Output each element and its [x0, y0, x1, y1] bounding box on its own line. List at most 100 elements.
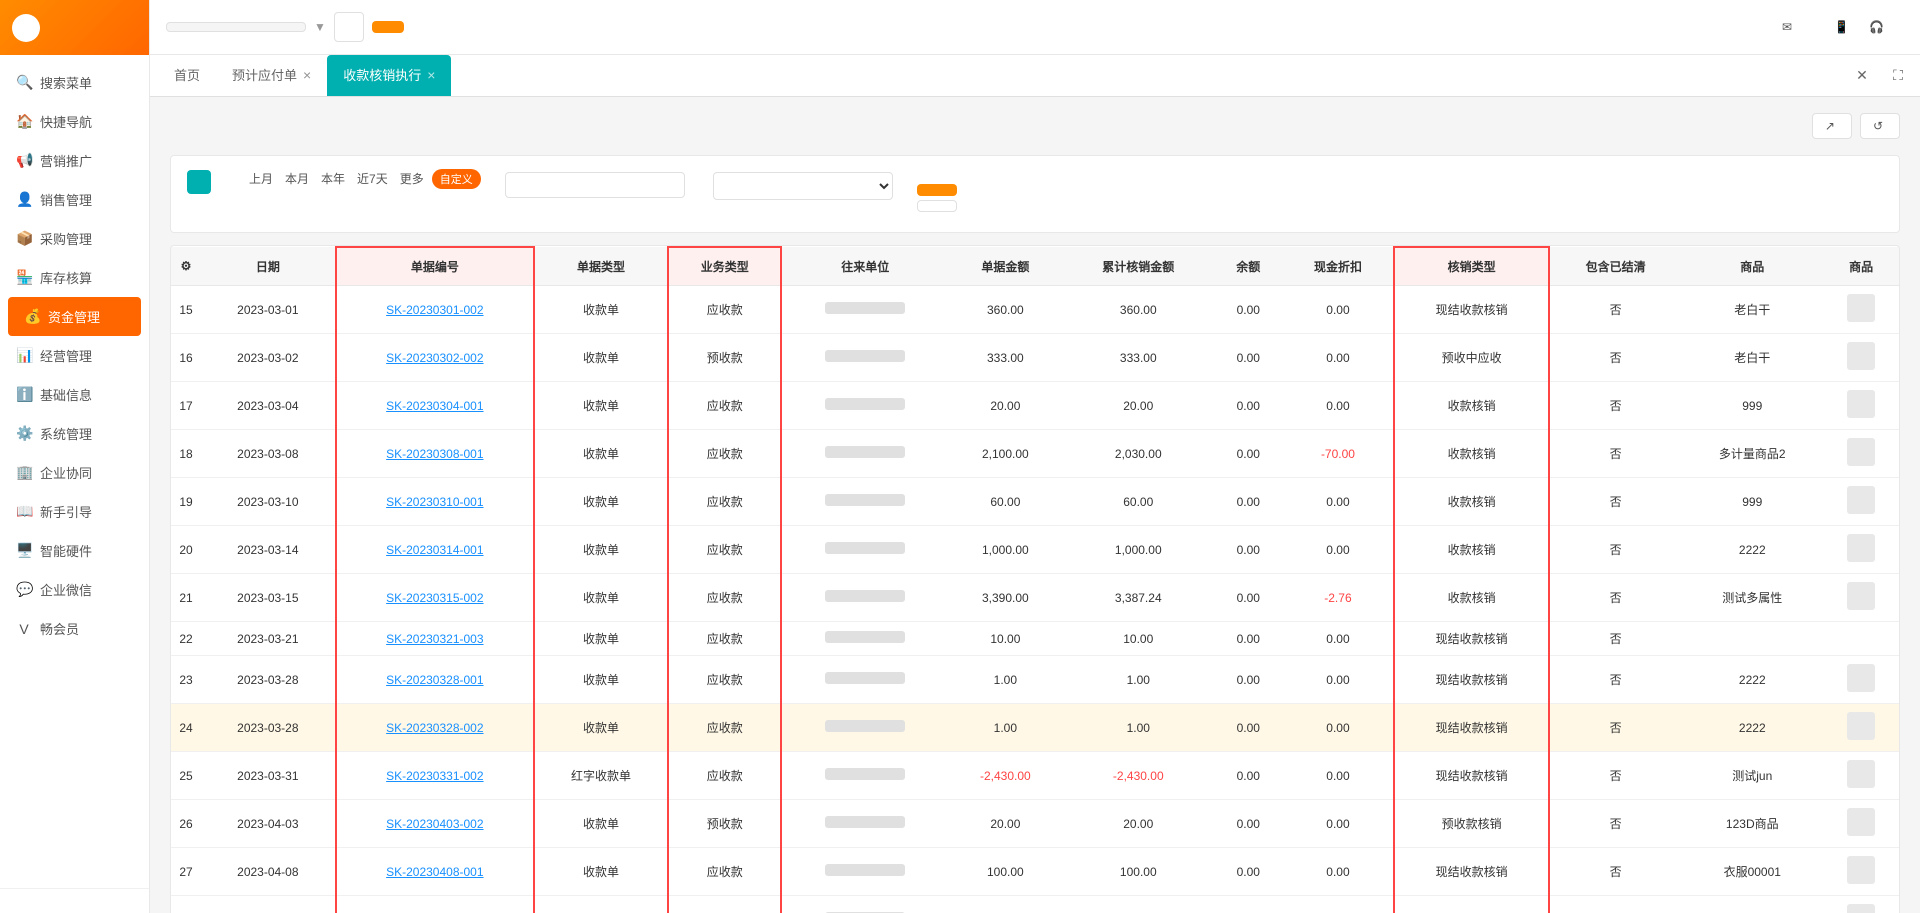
- cell-biz-type: 预收款: [668, 800, 781, 848]
- date-opt-更多[interactable]: 更多: [396, 168, 428, 189]
- cell-product-img: [1823, 526, 1899, 574]
- filter-counterpart-group: [505, 168, 689, 198]
- sidebar-item-system[interactable]: ⚙️系统管理: [0, 414, 149, 453]
- tab-close-collection[interactable]: ×: [427, 67, 435, 83]
- sidebar-item-basic[interactable]: ℹ️基础信息: [0, 375, 149, 414]
- custom-date-btn[interactable]: 自定义: [432, 169, 481, 189]
- tab-payable[interactable]: 预计应付单×: [216, 55, 327, 96]
- topbar-gear-btn[interactable]: [334, 12, 364, 42]
- col-header-date: 日期: [201, 247, 336, 286]
- cell-date: 2023-03-31: [201, 752, 336, 800]
- col-header-amount: 单据金额: [948, 247, 1063, 286]
- sidebar-item-marketing[interactable]: 📢营销推广: [0, 141, 149, 180]
- cell-biz-type: 应收款: [668, 848, 781, 896]
- counterpart-input[interactable]: [505, 172, 685, 198]
- export-btn[interactable]: ↗: [1812, 113, 1852, 139]
- cell-bill-no[interactable]: SK-20230408-001: [336, 848, 534, 896]
- tab-close-payable[interactable]: ×: [303, 67, 311, 83]
- cell-amount: 20.00: [948, 382, 1063, 430]
- cell-product-img: [1823, 430, 1899, 478]
- sidebar-item-guide[interactable]: 📖新手引导: [0, 492, 149, 531]
- sidebar-item-hardware[interactable]: 🖥️智能硬件: [0, 531, 149, 570]
- cell-no: 28: [171, 896, 201, 913]
- topbar-nav[interactable]: [166, 22, 306, 32]
- sidebar-item-inventory[interactable]: 🏪库存核算: [0, 258, 149, 297]
- sidebar-item-finance[interactable]: 💰资金管理: [8, 297, 141, 336]
- cell-counterpart: [781, 848, 948, 896]
- cell-write-off: 360.00: [1063, 286, 1214, 334]
- sidebar-item-wechat[interactable]: 💬企业微信: [0, 570, 149, 609]
- cell-include-settled: 否: [1549, 526, 1681, 574]
- tab-collection[interactable]: 收款核销执行×: [327, 55, 451, 96]
- phone-icon: 📱: [1834, 20, 1849, 34]
- cell-cash-discount: 0.00: [1283, 896, 1395, 913]
- cell-bill-no[interactable]: SK-20230314-001: [336, 526, 534, 574]
- cell-amount: 10.00: [948, 622, 1063, 656]
- date-opt-近7天[interactable]: 近7天: [353, 168, 392, 189]
- cell-bill-no[interactable]: SK-20230301-002: [336, 286, 534, 334]
- cell-balance: 0.00: [1214, 752, 1283, 800]
- sidebar-item-member[interactable]: V畅会员: [0, 609, 149, 648]
- filter-billtype-group: [713, 168, 893, 200]
- cell-bill-no[interactable]: SK-20230321-003: [336, 622, 534, 656]
- cell-amount: 60.00: [948, 478, 1063, 526]
- sidebar-item-search[interactable]: 🔍搜索菜单: [0, 63, 149, 102]
- setting-btn[interactable]: [917, 200, 957, 212]
- cell-bill-no[interactable]: SK-20230315-002: [336, 574, 534, 622]
- tabbar-actions: ✕ ⛶: [1848, 62, 1912, 90]
- table-row: 262023-04-03SK-20230403-002收款单预收款20.0020…: [171, 800, 1899, 848]
- sidebar-item-sales[interactable]: 👤销售管理: [0, 180, 149, 219]
- col-header-include_settled: 包含已结清: [1549, 247, 1681, 286]
- cell-bill-no[interactable]: SK-20230403-002: [336, 800, 534, 848]
- cell-biz-type: 应收款: [668, 752, 781, 800]
- cell-bill-no[interactable]: SK-20230328-002: [336, 704, 534, 752]
- bill-type-select[interactable]: [713, 172, 893, 200]
- cell-write-off: 1,000.00: [1063, 526, 1214, 574]
- cell-counterpart: [781, 430, 948, 478]
- tabbar: 首页预计应付单×收款核销执行× ✕ ⛶: [150, 55, 1920, 97]
- cell-include-settled: 否: [1549, 800, 1681, 848]
- date-opt-本月[interactable]: 本月: [281, 168, 313, 189]
- date-opt-上月[interactable]: 上月: [245, 168, 277, 189]
- cell-date: 2023-03-02: [201, 334, 336, 382]
- cell-bill-no[interactable]: SK-20230328-001: [336, 656, 534, 704]
- cell-cash-discount: 0.00: [1283, 478, 1395, 526]
- filter-expand-btn[interactable]: [187, 170, 211, 194]
- cell-bill-no[interactable]: SK-20230331-002: [336, 752, 534, 800]
- sidebar-label-hardware: 智能硬件: [40, 541, 92, 560]
- industry-btn[interactable]: [372, 21, 404, 33]
- cell-biz-type: 应收款: [668, 656, 781, 704]
- sidebar-item-operation[interactable]: 📊经营管理: [0, 336, 149, 375]
- online-service-btn[interactable]: 🎧: [1869, 20, 1888, 34]
- search-icon: 🔍: [16, 74, 32, 91]
- cell-bill-no[interactable]: SK-20230302-002: [336, 334, 534, 382]
- cell-bill-no[interactable]: SK-20230308-001: [336, 430, 534, 478]
- export-icon: ↗: [1825, 119, 1835, 133]
- cell-bill-no[interactable]: SK-20230304-001: [336, 382, 534, 430]
- cell-write-off: -2,430.00: [1063, 752, 1214, 800]
- cell-no: 20: [171, 526, 201, 574]
- cell-counterpart: [781, 526, 948, 574]
- sidebar-label-inventory: 库存核算: [40, 268, 92, 287]
- col-header-balance: 余额: [1214, 247, 1283, 286]
- cell-date: 2023-03-04: [201, 382, 336, 430]
- app-download-btn[interactable]: 📱: [1834, 20, 1853, 34]
- cell-bill-no[interactable]: SK-20230310-001: [336, 478, 534, 526]
- date-opt-本年[interactable]: 本年: [317, 168, 349, 189]
- tab-close-all-btn[interactable]: ✕: [1848, 62, 1876, 90]
- query-btn[interactable]: [917, 184, 957, 196]
- message-btn[interactable]: ✉: [1782, 20, 1818, 34]
- refresh-btn[interactable]: ↺: [1860, 113, 1900, 139]
- date-options: 上月本月本年近7天更多自定义: [245, 168, 481, 189]
- sidebar-item-purchase[interactable]: 📦采购管理: [0, 219, 149, 258]
- cell-bill-no[interactable]: SK-20230418-001: [336, 896, 534, 913]
- sidebar-label-system: 系统管理: [40, 424, 92, 443]
- cell-product: 123D商品: [1681, 800, 1823, 848]
- page-actions: ↗ ↺: [1812, 113, 1900, 139]
- sidebar-item-quick[interactable]: 🏠快捷导航: [0, 102, 149, 141]
- cell-product: 2222: [1681, 656, 1823, 704]
- tab-expand-btn[interactable]: ⛶: [1884, 62, 1912, 90]
- sidebar-item-corp[interactable]: 🏢企业协同: [0, 453, 149, 492]
- cell-bill-type: 收款单: [534, 800, 668, 848]
- tab-home[interactable]: 首页: [158, 55, 216, 96]
